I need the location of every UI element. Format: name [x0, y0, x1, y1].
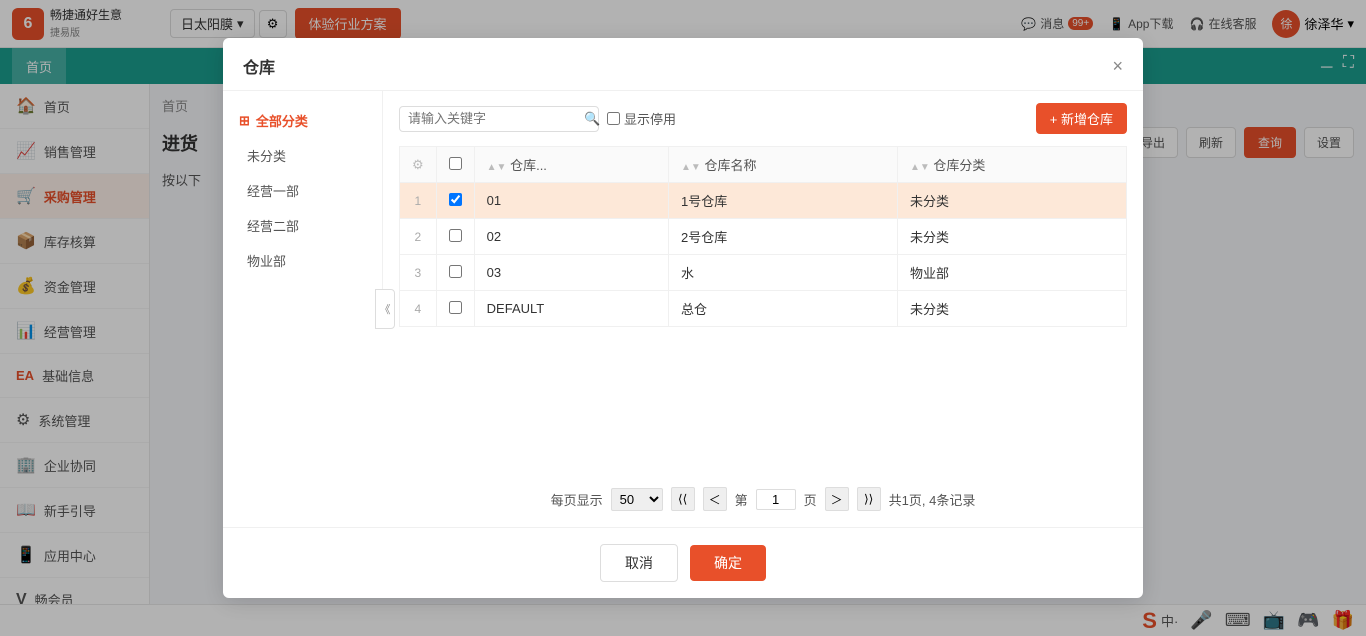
row-name: 2号仓库: [669, 219, 898, 255]
next-page-button[interactable]: ＞: [825, 487, 849, 511]
sidebar-collapse-button[interactable]: 《: [375, 289, 395, 329]
modal-close-button[interactable]: ×: [1112, 56, 1123, 77]
confirm-button[interactable]: 确定: [690, 545, 766, 581]
search-icon[interactable]: 🔍: [584, 111, 600, 127]
row-actions-cell[interactable]: 4: [400, 291, 437, 327]
sort-icon-cat: ▲▼: [910, 162, 930, 173]
search-input[interactable]: [408, 111, 584, 126]
page-number-input[interactable]: [756, 489, 796, 510]
table-wrapper: ⚙ ▲▼ 仓库... ▲▼ 仓库名称: [399, 146, 1127, 475]
row-select-checkbox[interactable]: [449, 265, 462, 278]
row-code: 01: [474, 183, 668, 219]
show-disabled-checkbox-label[interactable]: 显示停用: [607, 109, 676, 128]
th-warehouse-name: ▲▼ 仓库名称: [669, 147, 898, 183]
table-row[interactable]: 4 DEFAULT 总仓 未分类: [400, 291, 1127, 327]
row-checkbox-cell[interactable]: [436, 183, 474, 219]
first-page-button[interactable]: ⟨⟨: [671, 487, 695, 511]
row-code: 02: [474, 219, 668, 255]
row-code: DEFAULT: [474, 291, 668, 327]
row-category: 未分类: [898, 219, 1127, 255]
row-code: 03: [474, 255, 668, 291]
new-warehouse-button[interactable]: + 新增仓库: [1036, 103, 1127, 134]
show-disabled-checkbox[interactable]: [607, 112, 620, 125]
row-select-checkbox[interactable]: [449, 229, 462, 242]
modal-category-header[interactable]: ⊞ 全部分类: [223, 103, 382, 138]
row-category: 未分类: [898, 183, 1127, 219]
search-box: 🔍: [399, 106, 599, 132]
modal-category-property[interactable]: 物业部: [223, 243, 382, 278]
row-checkbox-cell[interactable]: [436, 255, 474, 291]
modal-overlay: 仓库 × ⊞ 全部分类 未分类 经营一部 经营二部 物业部 《: [0, 0, 1366, 636]
select-all-checkbox[interactable]: [449, 157, 462, 170]
collapse-icon: 《: [380, 301, 391, 317]
per-page-select[interactable]: 50 10 20 100: [611, 488, 663, 511]
modal-title: 仓库: [243, 54, 275, 78]
table-row[interactable]: 1 01 1号仓库 未分类: [400, 183, 1127, 219]
modal-main: 🔍 显示停用 + 新增仓库 ⚙: [383, 91, 1143, 527]
modal-sidebar-wrapper: ⊞ 全部分类 未分类 经营一部 经营二部 物业部 《: [223, 91, 383, 527]
th-warehouse-category: ▲▼ 仓库分类: [898, 147, 1127, 183]
warehouse-modal: 仓库 × ⊞ 全部分类 未分类 经营一部 经营二部 物业部 《: [223, 38, 1143, 598]
modal-category-ops1[interactable]: 经营一部: [223, 173, 382, 208]
row-name: 总仓: [669, 291, 898, 327]
grid-icon: ⊞: [239, 113, 250, 129]
row-select-checkbox[interactable]: [449, 193, 462, 206]
th-settings: ⚙: [400, 147, 437, 183]
last-page-button[interactable]: ⟩⟩: [857, 487, 881, 511]
warehouse-table: ⚙ ▲▼ 仓库... ▲▼ 仓库名称: [399, 146, 1127, 327]
table-header-row: ⚙ ▲▼ 仓库... ▲▼ 仓库名称: [400, 147, 1127, 183]
pagination: 每页显示 50 10 20 100 ⟨⟨ ＜ 第 页 ＞ ⟩⟩ 共1页, 4条记…: [399, 475, 1127, 515]
prev-page-button[interactable]: ＜: [703, 487, 727, 511]
th-checkbox: [436, 147, 474, 183]
modal-category-unclassified[interactable]: 未分类: [223, 138, 382, 173]
cancel-button[interactable]: 取消: [600, 544, 678, 582]
modal-category-ops2[interactable]: 经营二部: [223, 208, 382, 243]
table-row[interactable]: 2 02 2号仓库 未分类: [400, 219, 1127, 255]
row-actions-cell[interactable]: 1: [400, 183, 437, 219]
row-name: 1号仓库: [669, 183, 898, 219]
sort-icon-name: ▲▼: [681, 162, 701, 173]
sort-icon: ▲▼: [487, 162, 507, 173]
table-row[interactable]: 3 03 水 物业部: [400, 255, 1127, 291]
row-select-checkbox[interactable]: [449, 301, 462, 314]
th-warehouse-code: ▲▼ 仓库...: [474, 147, 668, 183]
settings-th-icon: ⚙: [412, 157, 424, 172]
row-actions-cell[interactable]: 2: [400, 219, 437, 255]
row-checkbox-cell[interactable]: [436, 291, 474, 327]
row-category: 物业部: [898, 255, 1127, 291]
modal-footer: 取消 确定: [223, 527, 1143, 598]
modal-body: ⊞ 全部分类 未分类 经营一部 经营二部 物业部 《: [223, 91, 1143, 527]
row-category: 未分类: [898, 291, 1127, 327]
modal-sidebar: ⊞ 全部分类 未分类 经营一部 经营二部 物业部: [223, 91, 383, 290]
row-name: 水: [669, 255, 898, 291]
row-actions-cell[interactable]: 3: [400, 255, 437, 291]
row-checkbox-cell[interactable]: [436, 219, 474, 255]
modal-header: 仓库 ×: [223, 38, 1143, 91]
modal-toolbar: 🔍 显示停用 + 新增仓库: [399, 103, 1127, 134]
